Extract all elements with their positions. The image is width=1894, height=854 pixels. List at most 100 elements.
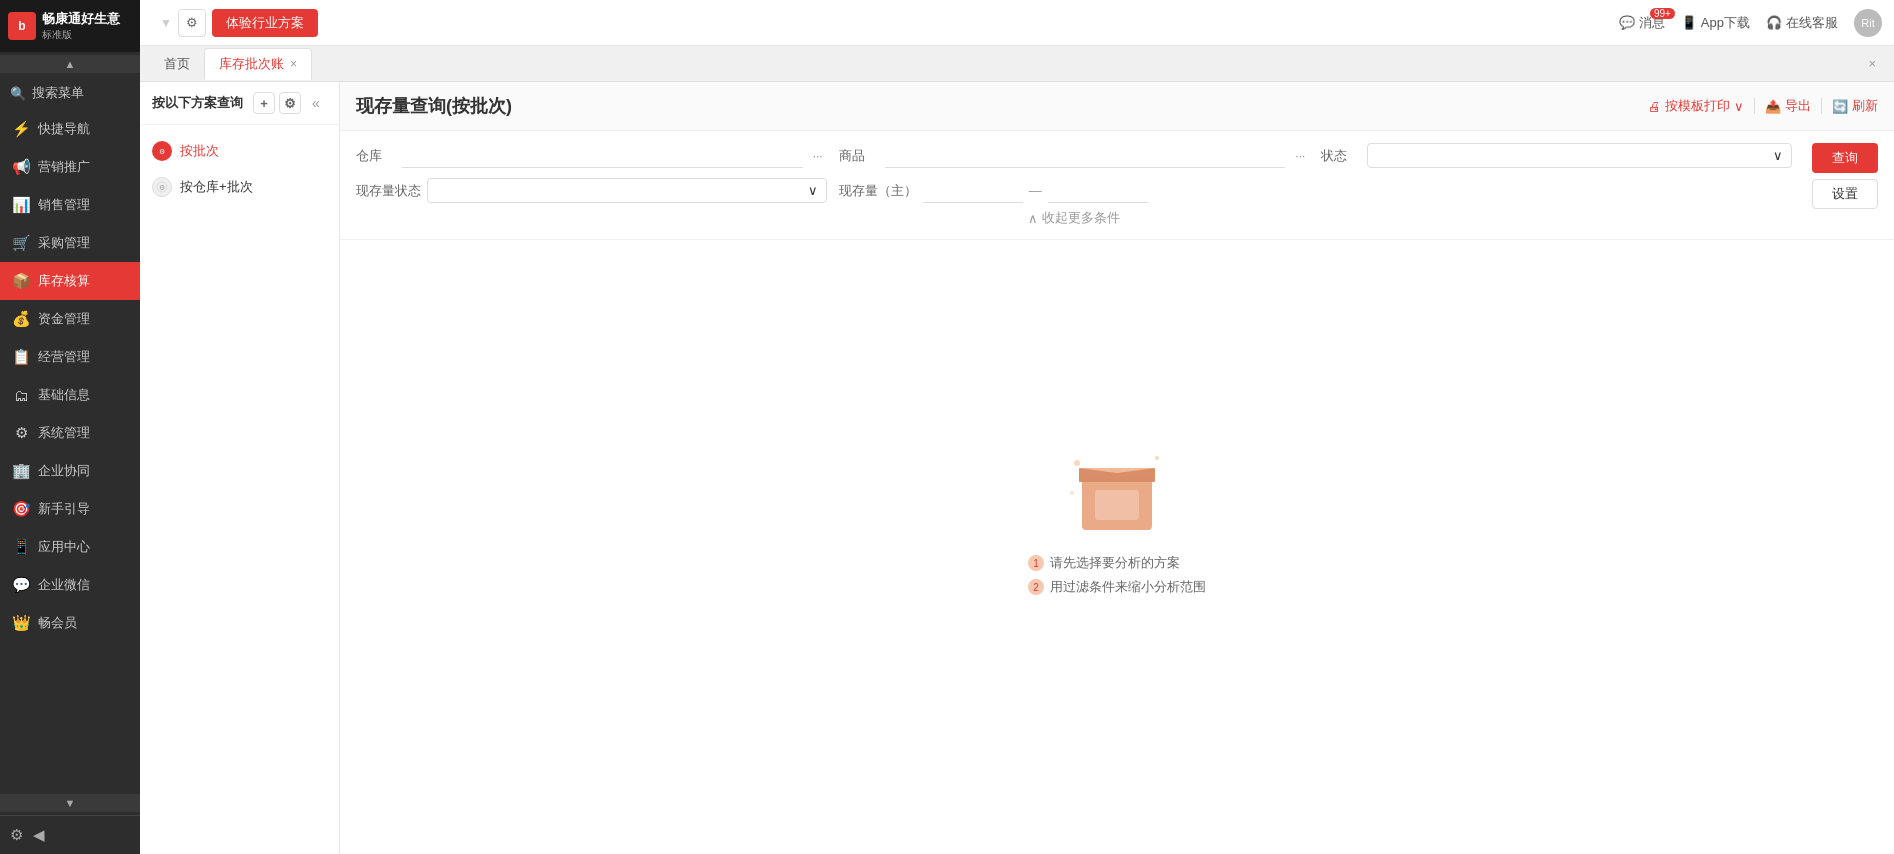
sidebar-item-marketing[interactable]: 📢 营销推广: [0, 148, 140, 186]
sidebar-item-label: 营销推广: [38, 158, 90, 176]
main-area: ▼ ⚙ 体验行业方案 💬 消息 99+ 📱 App下载 🎧 在线客服: [140, 0, 1894, 854]
sidebar-scroll-top: ▲: [0, 52, 140, 76]
sidebar-item-purchase[interactable]: 🛒 采购管理: [0, 224, 140, 262]
sidebar-item-label: 库存核算: [38, 272, 90, 290]
scheme-item-by-batch[interactable]: ⚙ 按批次: [140, 133, 339, 169]
sidebar-item-label: 应用中心: [38, 538, 90, 556]
svg-point-11: [1070, 491, 1074, 495]
inventory-status-select[interactable]: ∨: [427, 178, 827, 203]
footer-collapse-icon[interactable]: ◀: [33, 826, 45, 844]
add-scheme-button[interactable]: +: [253, 92, 275, 114]
warehouse-more-icon[interactable]: ···: [809, 149, 827, 163]
filter-inventory-qty: 现存量（主） —: [839, 179, 1310, 203]
goods-label: 商品: [839, 147, 879, 165]
export-button[interactable]: 📤 导出: [1765, 97, 1811, 115]
page-title: 现存量查询(按批次): [356, 94, 512, 118]
tab-close-icon[interactable]: ×: [290, 58, 297, 70]
online-service-item[interactable]: 🎧 在线客服: [1766, 14, 1838, 32]
warehouse-input[interactable]: [402, 144, 803, 168]
sidebar-item-finance[interactable]: 💰 资金管理: [0, 300, 140, 338]
empty-hints: 1 请先选择要分析的方案 2 用过滤条件来缩小分析范围: [1028, 554, 1206, 596]
topbar-settings-button[interactable]: ⚙: [178, 9, 206, 37]
query-button[interactable]: 查询: [1812, 143, 1878, 173]
scroll-up-button[interactable]: ▲: [0, 55, 140, 73]
export-label: 导出: [1785, 97, 1811, 115]
close-all-tabs-button[interactable]: ×: [1860, 52, 1884, 75]
app-download-item[interactable]: 📱 App下载: [1681, 14, 1750, 32]
sidebar-item-wechat[interactable]: 💬 企业微信: [0, 566, 140, 604]
filter-row-1: 仓库 ··· 商品 ··· 状态: [356, 143, 1792, 168]
hint-text-2: 用过滤条件来缩小分析范围: [1050, 578, 1206, 596]
refresh-icon: 🔄: [1832, 99, 1848, 114]
right-content: 现存量查询(按批次) 🖨 按模板打印 ∨ 📤 导出 🔄: [340, 82, 1894, 854]
inventory-qty-from-input[interactable]: [923, 179, 1023, 203]
user-avatar-item[interactable]: Rit: [1854, 9, 1882, 37]
message-item[interactable]: 💬 消息 99+: [1619, 14, 1665, 32]
status-label: 状态: [1321, 147, 1361, 165]
svg-point-9: [1074, 460, 1080, 466]
avatar-text: Rit: [1861, 17, 1874, 29]
sidebar-item-newbie[interactable]: 🎯 新手引导: [0, 490, 140, 528]
left-panel-actions: + ⚙ «: [253, 92, 327, 114]
page-title-bar: 现存量查询(按批次) 🖨 按模板打印 ∨ 📤 导出 🔄: [340, 82, 1894, 131]
refresh-label: 刷新: [1852, 97, 1878, 115]
refresh-button[interactable]: 🔄 刷新: [1832, 97, 1878, 115]
settings-icon: ⚙: [284, 96, 296, 111]
filter-settings-button[interactable]: 设置: [1812, 179, 1878, 209]
basic-icon: 🗂: [12, 387, 30, 404]
status-select[interactable]: ∨: [1367, 143, 1792, 168]
message-badge: 99+: [1650, 8, 1675, 19]
sidebar-footer: ⚙ ◀: [0, 815, 140, 854]
sidebar-item-system[interactable]: ⚙ 系统管理: [0, 414, 140, 452]
tab-inventory-batch[interactable]: 库存批次账 ×: [204, 48, 312, 80]
scheme-settings-button[interactable]: ⚙: [279, 92, 301, 114]
sidebar-title-block: 畅康通好生意 标准版: [42, 10, 120, 42]
svg-rect-8: [1095, 490, 1139, 520]
tab-home[interactable]: 首页: [150, 49, 204, 79]
sidebar-item-label: 资金管理: [38, 310, 90, 328]
member-icon: 👑: [12, 614, 30, 632]
online-service-label: 在线客服: [1786, 14, 1838, 32]
scheme-icon-by-warehouse-batch: ⚙: [152, 177, 172, 197]
collapse-more-button[interactable]: ∧ 收起更多条件: [356, 203, 1792, 227]
inventory-status-label: 现存量状态: [356, 182, 421, 200]
filter-inventory-status: 现存量状态 ∨: [356, 178, 827, 203]
left-panel-collapse-button[interactable]: «: [305, 92, 327, 114]
scheme-icon-by-batch: ⚙: [152, 141, 172, 161]
left-panel: 按以下方案查询 + ⚙ « ⚙ 按批次: [140, 82, 340, 854]
status-chevron-icon: ∨: [1773, 148, 1783, 163]
tab-inventory-batch-label: 库存批次账: [219, 55, 284, 73]
collapse-up-icon: ∧: [1028, 211, 1038, 226]
print-label: 按模板打印: [1665, 97, 1730, 115]
inventory-icon: 📦: [12, 272, 30, 290]
svg-point-10: [1155, 456, 1159, 460]
sidebar-search[interactable]: 🔍 搜索菜单: [0, 76, 140, 110]
topbar-left: ▼ ⚙ 体验行业方案: [152, 9, 1611, 37]
warehouse-label: 仓库: [356, 147, 396, 165]
divider2: [1821, 98, 1822, 114]
sidebar-item-operation[interactable]: 📋 经营管理: [0, 338, 140, 376]
sidebar-item-inventory[interactable]: 📦 库存核算: [0, 262, 140, 300]
search-icon: 🔍: [10, 86, 26, 101]
print-button[interactable]: 🖨 按模板打印 ∨: [1648, 97, 1744, 115]
headset-icon: 🎧: [1766, 15, 1782, 30]
sidebar-item-basic[interactable]: 🗂 基础信息: [0, 376, 140, 414]
sidebar-item-quick-nav[interactable]: ⚡ 快捷导航: [0, 110, 140, 148]
scheme-item-by-warehouse-batch[interactable]: ⚙ 按仓库+批次: [140, 169, 339, 205]
divider1: [1754, 98, 1755, 114]
page-title-actions: 🖨 按模板打印 ∨ 📤 导出 🔄 刷新: [1648, 97, 1878, 115]
scheme-label-by-batch: 按批次: [180, 142, 219, 160]
sidebar-subtitle: 标准版: [42, 28, 120, 42]
sidebar-item-sales[interactable]: 📊 销售管理: [0, 186, 140, 224]
hint-text-1: 请先选择要分析的方案: [1050, 554, 1180, 572]
goods-input[interactable]: [885, 144, 1286, 168]
try-industry-button[interactable]: 体验行业方案: [212, 9, 318, 37]
tab-home-label: 首页: [164, 55, 190, 73]
footer-settings-icon[interactable]: ⚙: [10, 826, 23, 844]
sidebar-item-enterprise[interactable]: 🏢 企业协同: [0, 452, 140, 490]
sidebar-item-member[interactable]: 👑 畅会员: [0, 604, 140, 642]
sidebar-item-app-center[interactable]: 📱 应用中心: [0, 528, 140, 566]
goods-more-icon[interactable]: ···: [1291, 149, 1309, 163]
inventory-qty-to-input[interactable]: [1048, 179, 1148, 203]
scroll-down-button[interactable]: ▼: [0, 794, 140, 812]
